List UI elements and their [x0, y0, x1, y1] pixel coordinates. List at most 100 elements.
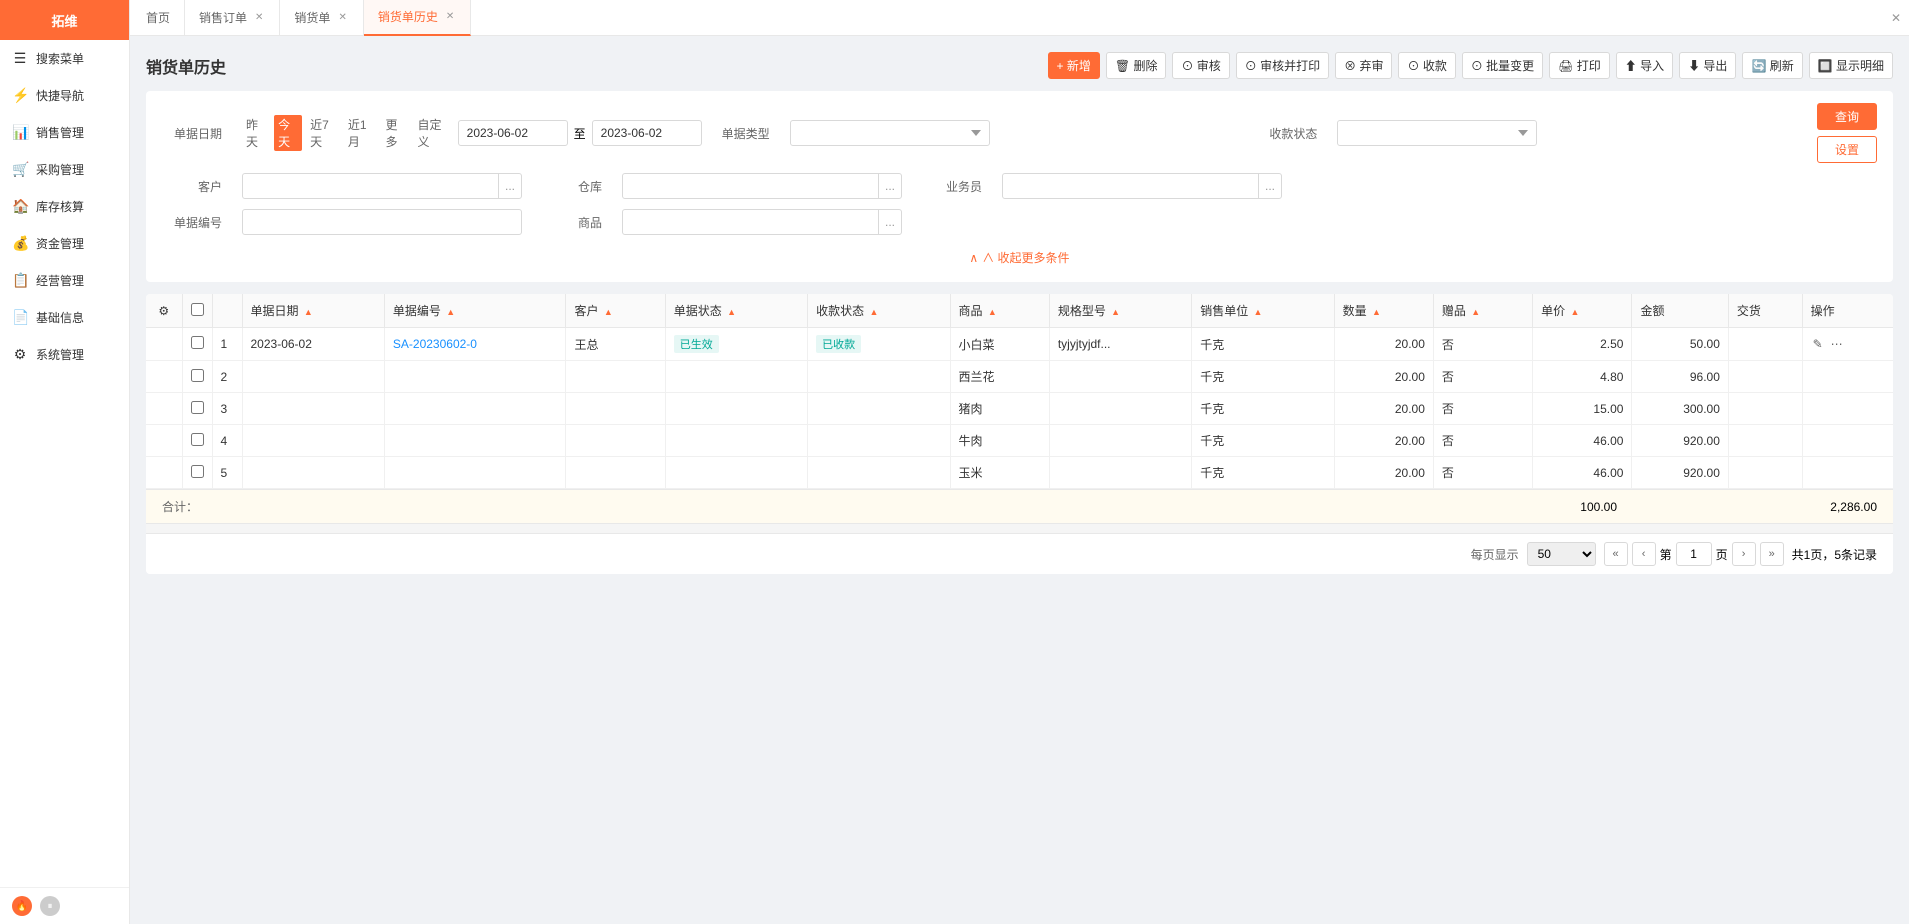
date-from-input[interactable] [458, 120, 568, 146]
shortcut-yesterday[interactable]: 昨天 [242, 115, 270, 151]
tab-sales-order-close[interactable]: ✕ [253, 11, 265, 24]
th-gift[interactable]: 赠品 ▲ [1433, 294, 1532, 328]
customer-more-btn[interactable]: ... [498, 174, 521, 198]
th-doc-status[interactable]: 单据状态 ▲ [665, 294, 807, 328]
toolbar-show-detail-btn[interactable]: 🔲 显示明细 [1809, 52, 1893, 79]
cell-settings [146, 393, 182, 425]
toolbar-audit-print-btn[interactable]: ⊙ 审核并打印 [1236, 52, 1329, 79]
select-all-checkbox[interactable] [191, 303, 204, 316]
prev-page-btn[interactable]: ‹ [1632, 542, 1656, 566]
next-page-btn[interactable]: › [1732, 542, 1756, 566]
doc-no-input[interactable] [243, 212, 521, 232]
sidebar-item-ops[interactable]: 📋 经营管理 [0, 262, 129, 299]
sidebar-item-quick-nav[interactable]: ⚡ 快捷导航 [0, 77, 129, 114]
payment-status-label: 收款状态 [1269, 125, 1317, 142]
shortcut-today[interactable]: 今天 [274, 115, 302, 151]
customer-input-wrapper: ... [242, 173, 522, 199]
cell-action [1802, 425, 1893, 457]
tab-sales-history[interactable]: 销货单历史 ✕ [364, 0, 471, 36]
salesperson-more-btn[interactable]: ... [1258, 174, 1281, 198]
toolbar-print-btn[interactable]: 🖨 打印 [1549, 52, 1610, 79]
toolbar-new-btn[interactable]: + 新增 [1048, 52, 1100, 79]
sidebar-item-purchase-mgmt[interactable]: 🛒 采购管理 [0, 151, 129, 188]
th-unit[interactable]: 销售单位 ▲ [1192, 294, 1334, 328]
setting-button[interactable]: 设置 [1817, 136, 1877, 163]
tab-sales-delivery-close[interactable]: ✕ [336, 11, 348, 24]
th-settings[interactable]: ⚙ [146, 294, 182, 328]
row-checkbox[interactable] [191, 369, 204, 382]
th-qty[interactable]: 数量 ▲ [1334, 294, 1433, 328]
row-checkbox[interactable] [191, 465, 204, 478]
cell-pay-status [808, 361, 950, 393]
collapse-button[interactable]: ∧ ∧ 收起更多条件 [162, 245, 1877, 270]
first-page-btn[interactable]: « [1604, 542, 1628, 566]
th-doc-date[interactable]: 单据日期 ▲ [242, 294, 384, 328]
toolbar-collect-btn[interactable]: ⊙ 收款 [1398, 52, 1455, 79]
tab-bar-close[interactable]: ✕ [1891, 11, 1901, 25]
sidebar-item-sys-mgmt[interactable]: ⚙ 系统管理 [0, 336, 129, 373]
last-page-btn[interactable]: » [1760, 542, 1784, 566]
shortcut-custom[interactable]: 自定义 [414, 115, 452, 151]
payment-status-select[interactable] [1337, 120, 1537, 146]
toolbar-audit-btn[interactable]: ⊙ 审核 [1172, 52, 1229, 79]
sidebar-item-capital[interactable]: 💰 资金管理 [0, 225, 129, 262]
shortcut-more[interactable]: 更多 [381, 115, 409, 151]
warehouse-input[interactable] [623, 176, 878, 196]
date-to-input[interactable] [592, 120, 702, 146]
cell-index: 1 [212, 328, 242, 361]
row-checkbox[interactable] [191, 433, 204, 446]
th-doc-no[interactable]: 单据编号 ▲ [384, 294, 566, 328]
sidebar-item-sales-mgmt[interactable]: 📊 销售管理 [0, 114, 129, 151]
row-checkbox[interactable] [191, 401, 204, 414]
row-checkbox[interactable] [191, 336, 204, 349]
tab-sales-delivery[interactable]: 销货单 ✕ [280, 0, 363, 36]
filter-row-3: 单据编号 商品 ... [162, 209, 1877, 235]
tab-home[interactable]: 首页 [138, 0, 185, 36]
th-customer[interactable]: 客户 ▲ [566, 294, 665, 328]
th-price[interactable]: 单价 ▲ [1533, 294, 1632, 328]
payment-status-control [1337, 120, 1797, 146]
sidebar-footer-fire[interactable]: 🔥 [12, 896, 32, 916]
toolbar-abandon-btn[interactable]: ⊗ 弃审 [1335, 52, 1392, 79]
cell-pay-status [808, 457, 950, 489]
sidebar-footer-pause[interactable]: ⏸ [40, 896, 60, 916]
salesperson-input[interactable] [1003, 176, 1258, 196]
sidebar-item-label: 销售管理 [36, 124, 84, 141]
sidebar-item-search-menu[interactable]: ☰ 搜索菜单 [0, 40, 129, 77]
doc-no-link[interactable]: SA-20230602-0 [393, 337, 477, 351]
toolbar-refresh-btn[interactable]: 🔄 刷新 [1742, 52, 1802, 79]
shortcut-1month[interactable]: 近1月 [344, 115, 378, 151]
tab-sales-history-close[interactable]: ✕ [444, 10, 456, 23]
more-icon[interactable]: ⋯ [1829, 335, 1845, 353]
toolbar-export-btn[interactable]: ⬇ 导出 [1679, 52, 1736, 79]
shortcut-7days[interactable]: 近7天 [306, 115, 340, 151]
sidebar-item-label: 经营管理 [36, 272, 84, 289]
warehouse-more-btn[interactable]: ... [878, 174, 901, 198]
filter-panel: 单据日期 昨天 今天 近7天 近1月 更多 自定义 至 单据类型 [146, 91, 1893, 282]
table-footer: 合计： 100.00 2,286.00 [146, 489, 1893, 523]
doc-type-select[interactable] [790, 120, 990, 146]
th-spec[interactable]: 规格型号 ▲ [1049, 294, 1191, 328]
sidebar-item-label: 资金管理 [36, 235, 84, 252]
th-goods[interactable]: 商品 ▲ [950, 294, 1049, 328]
th-pay-status[interactable]: 收款状态 ▲ [808, 294, 950, 328]
query-button[interactable]: 查询 [1817, 103, 1877, 130]
page-number-input[interactable] [1676, 542, 1712, 566]
goods-more-btn[interactable]: ... [878, 210, 901, 234]
toolbar-import-btn[interactable]: ⬆ 导入 [1616, 52, 1673, 79]
customer-input[interactable] [243, 176, 498, 196]
cell-customer [566, 457, 665, 489]
edit-icon[interactable]: ✎ [1811, 335, 1825, 353]
goods-input[interactable] [623, 212, 878, 232]
page-size-select[interactable]: 50 20 100 [1527, 542, 1596, 566]
cell-gift: 否 [1433, 328, 1532, 361]
collapse-label: ∧ 收起更多条件 [982, 249, 1069, 266]
sidebar-item-inventory[interactable]: 🏠 库存核算 [0, 188, 129, 225]
toolbar-delete-btn[interactable]: 🗑 删除 [1106, 52, 1167, 79]
tab-sales-order[interactable]: 销售订单 ✕ [185, 0, 280, 36]
horizontal-scrollbar[interactable] [146, 523, 1893, 533]
toolbar-batch-change-btn[interactable]: ⊙ 批量变更 [1462, 52, 1543, 79]
sidebar-item-base-info[interactable]: 📄 基础信息 [0, 299, 129, 336]
cell-transaction [1728, 393, 1802, 425]
cell-price: 46.00 [1533, 425, 1632, 457]
